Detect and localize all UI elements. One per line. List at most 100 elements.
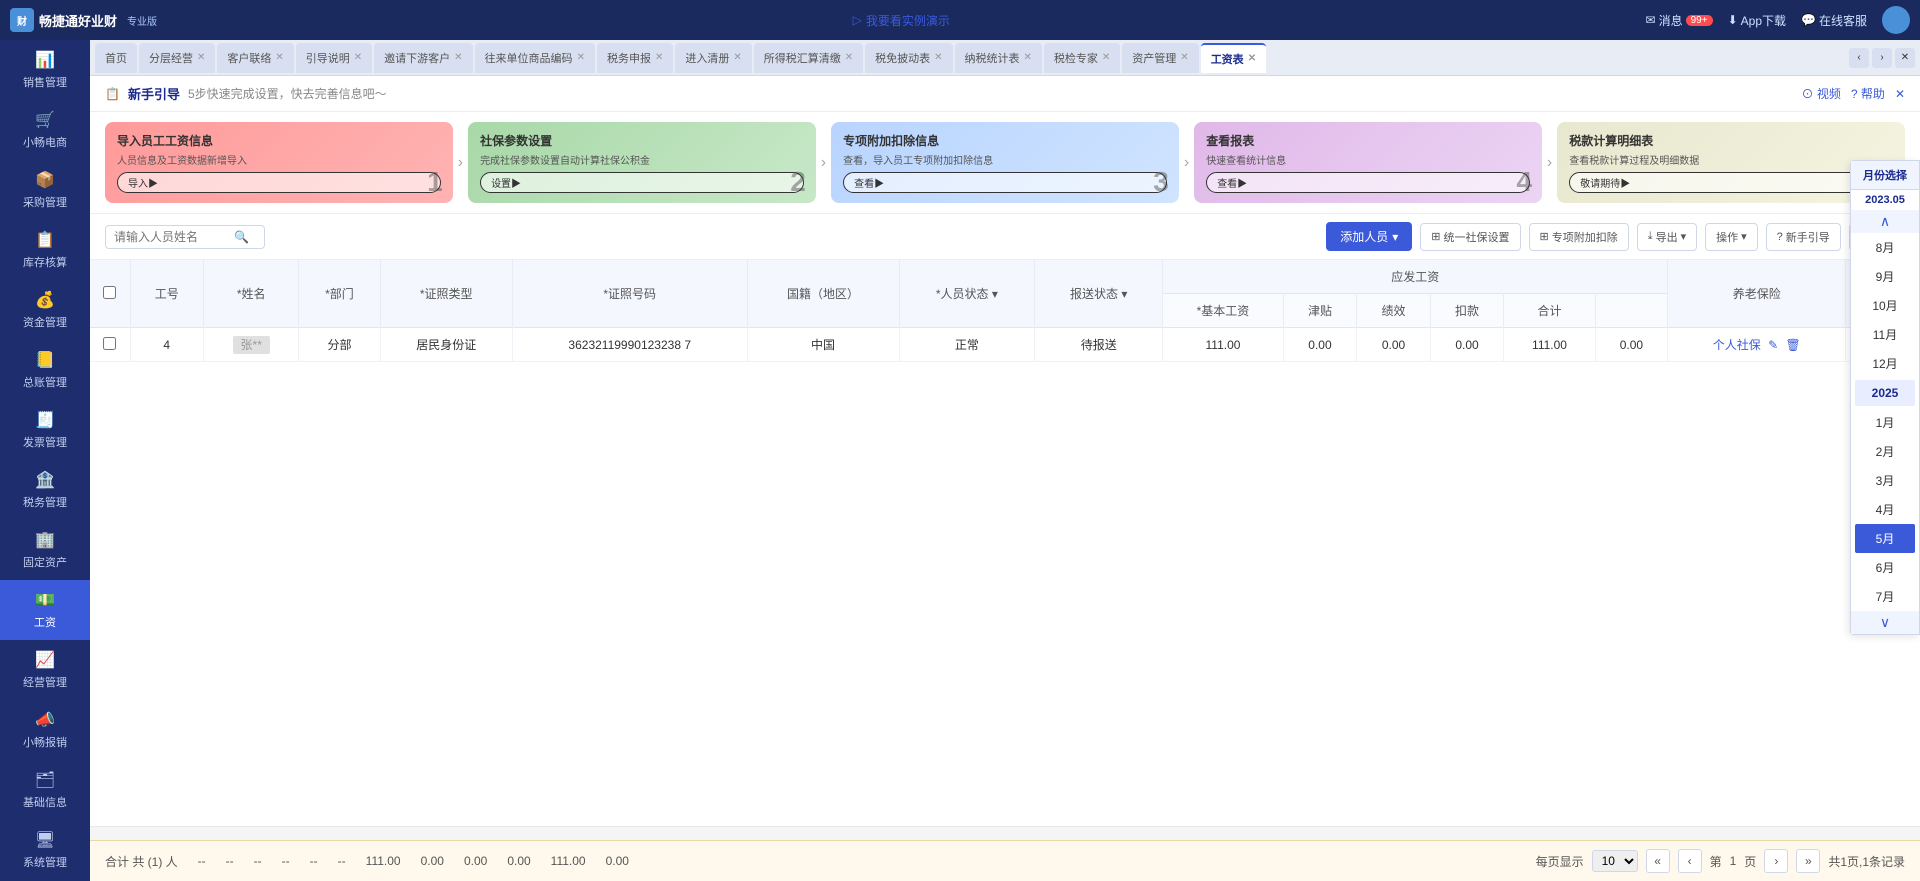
month-1[interactable]: 1月: [1851, 408, 1919, 437]
tab-customers[interactable]: 客户联络 ✕: [217, 43, 293, 73]
sidebar-label-basic: 基础信息: [23, 794, 67, 810]
step-4-num: 4: [1516, 166, 1532, 198]
action-edit[interactable]: ✎: [1768, 338, 1778, 352]
action-btn[interactable]: 操作 ▾: [1705, 223, 1758, 251]
month-11[interactable]: 11月: [1851, 320, 1919, 349]
search-icon[interactable]: 🔍: [234, 230, 249, 244]
capital-icon: 💰: [35, 290, 55, 310]
horizontal-scrollbar[interactable]: [90, 826, 1920, 840]
page-prev-btn[interactable]: ‹: [1678, 849, 1702, 873]
per-page-select[interactable]: 10: [1592, 850, 1638, 872]
tab-close-all-btn[interactable]: ✕: [1895, 48, 1915, 68]
app-download-btn[interactable]: ⬇ App下载: [1728, 12, 1786, 29]
sidebar-item-tax[interactable]: 🏦 税务管理: [0, 460, 90, 520]
month-2[interactable]: 2月: [1851, 437, 1919, 466]
action-personal-insurance[interactable]: 个人社保: [1713, 338, 1761, 352]
tab-guide-close[interactable]: ✕: [354, 52, 362, 63]
tab-clearance[interactable]: 进入清册 ✕: [675, 43, 751, 73]
tab-tax-expert-close[interactable]: ✕: [1102, 52, 1110, 63]
step-1-btn[interactable]: 导入▶: [117, 172, 441, 193]
sidebar-item-fixed[interactable]: 🏢 固定资产: [0, 520, 90, 580]
new-guide-btn[interactable]: ? 新手引导: [1766, 223, 1841, 251]
add-employee-btn[interactable]: 添加人员 ▾: [1326, 222, 1412, 251]
tab-tax-calc[interactable]: 所得税汇算清缴 ✕: [754, 43, 863, 73]
sidebar-item-basic[interactable]: 🗂 基础信息: [0, 760, 90, 820]
tab-division-close[interactable]: ✕: [197, 52, 205, 63]
tab-goods-code[interactable]: 往来单位商品编码 ✕: [475, 43, 595, 73]
tab-prev-btn[interactable]: ‹: [1849, 48, 1869, 68]
tab-clearance-close[interactable]: ✕: [733, 52, 741, 63]
online-service-btn[interactable]: 💬 在线客服: [1801, 12, 1867, 29]
tab-tax-report[interactable]: 税务申报 ✕: [597, 43, 673, 73]
sidebar-item-inventory[interactable]: 📋 库存核算: [0, 220, 90, 280]
tab-tax-expert[interactable]: 税检专家 ✕: [1044, 43, 1120, 73]
export-btn[interactable]: ⤓ 导出 ▾: [1637, 223, 1697, 251]
page-first-btn[interactable]: «: [1646, 849, 1670, 873]
sidebar-item-system[interactable]: 🖥 系统管理: [0, 820, 90, 880]
row-checkbox[interactable]: [103, 337, 116, 350]
tab-tax-stats-close[interactable]: ✕: [1024, 52, 1032, 63]
sidebar-item-invoice[interactable]: 🧾 发票管理: [0, 400, 90, 460]
tab-tax-calc-close[interactable]: ✕: [845, 52, 853, 63]
month-panel-down-btn[interactable]: ∨: [1851, 611, 1919, 634]
step-3-btn[interactable]: 查看▶: [843, 172, 1167, 193]
tab-tax-exempt-close[interactable]: ✕: [934, 52, 942, 63]
sidebar-item-salary[interactable]: 💵 工资: [0, 580, 90, 640]
month-10[interactable]: 10月: [1851, 291, 1919, 320]
step-5-btn[interactable]: 敬请期待▶: [1569, 172, 1893, 193]
guide-close-btn[interactable]: ✕: [1895, 87, 1905, 101]
main-layout: 📊 销售管理 🛒 小畅电商 📦 采购管理 📋 库存核算 💰 资金管理 📒: [0, 40, 1920, 881]
guide-video-btn[interactable]: ⊙ 视频: [1802, 85, 1841, 102]
tab-tax-report-close[interactable]: ✕: [655, 52, 663, 63]
th-checkbox: [90, 260, 130, 328]
tab-guide[interactable]: 引导说明 ✕: [296, 43, 372, 73]
tab-division[interactable]: 分层经营 ✕: [139, 43, 215, 73]
tab-assets-close[interactable]: ✕: [1180, 52, 1188, 63]
month-8[interactable]: 8月: [1851, 233, 1919, 262]
sidebar-item-purchase[interactable]: 📦 采购管理: [0, 160, 90, 220]
message-btn[interactable]: ✉ 消息 99+: [1646, 12, 1713, 29]
page-last-btn[interactable]: »: [1796, 849, 1820, 873]
month-3[interactable]: 3月: [1851, 466, 1919, 495]
month-12[interactable]: 12月: [1851, 349, 1919, 378]
tab-goods-code-close[interactable]: ✕: [577, 52, 585, 63]
user-avatar[interactable]: [1882, 6, 1910, 34]
tab-salary-close[interactable]: ✕: [1248, 53, 1256, 64]
action-delete[interactable]: 🗑: [1785, 338, 1800, 352]
search-input[interactable]: [114, 230, 234, 244]
step-4-btn[interactable]: 查看▶: [1206, 172, 1530, 193]
social-security-btn[interactable]: ⊞ 统一社保设置: [1420, 223, 1520, 251]
sidebar-item-marketing[interactable]: 📣 小畅报销: [0, 700, 90, 760]
step-2-btn[interactable]: 设置▶: [480, 172, 804, 193]
th-pension: 养老保险: [1668, 260, 1846, 328]
status-filter-icon[interactable]: ▾: [992, 287, 998, 301]
sidebar-item-ecommerce[interactable]: 🛒 小畅电商: [0, 100, 90, 160]
tab-invite[interactable]: 邀请下游客户 ✕: [374, 43, 472, 73]
guide-help-btn[interactable]: ? 帮助: [1851, 85, 1885, 102]
month-4[interactable]: 4月: [1851, 495, 1919, 524]
month-9[interactable]: 9月: [1851, 262, 1919, 291]
tab-home[interactable]: 首页: [95, 43, 137, 73]
sidebar-item-ledger[interactable]: 📒 总账管理: [0, 340, 90, 400]
tab-assets[interactable]: 资产管理 ✕: [1122, 43, 1198, 73]
tab-salary[interactable]: 工资表 ✕: [1201, 43, 1266, 73]
cell-nationality: 中国: [747, 328, 899, 362]
tab-tax-stats[interactable]: 纳税统计表 ✕: [955, 43, 1042, 73]
sidebar-item-sales[interactable]: 📊 销售管理: [0, 40, 90, 100]
tab-customers-close[interactable]: ✕: [275, 52, 283, 63]
sidebar-item-capital[interactable]: 💰 资金管理: [0, 280, 90, 340]
tab-tax-exempt[interactable]: 税免披动表 ✕: [865, 43, 952, 73]
tab-invite-close[interactable]: ✕: [454, 52, 462, 63]
tab-next-btn[interactable]: ›: [1872, 48, 1892, 68]
special-deduction-btn[interactable]: ⊞ 专项附加扣除: [1529, 223, 1629, 251]
select-all-checkbox[interactable]: [103, 286, 116, 299]
demo-link[interactable]: ▷ 我要看实例演示: [853, 12, 950, 29]
report-filter-icon[interactable]: ▾: [1121, 287, 1127, 301]
month-panel-up-btn[interactable]: ∧: [1851, 210, 1919, 233]
page-next-btn[interactable]: ›: [1764, 849, 1788, 873]
month-7[interactable]: 7月: [1851, 582, 1919, 611]
month-panel: 月份选择 2023.05 ∧ 8月 9月 10月 11月 12月 2025 1月…: [1850, 160, 1920, 635]
sidebar-item-operation[interactable]: 📈 经营管理: [0, 640, 90, 700]
month-6[interactable]: 6月: [1851, 553, 1919, 582]
month-5[interactable]: 5月: [1855, 524, 1915, 553]
